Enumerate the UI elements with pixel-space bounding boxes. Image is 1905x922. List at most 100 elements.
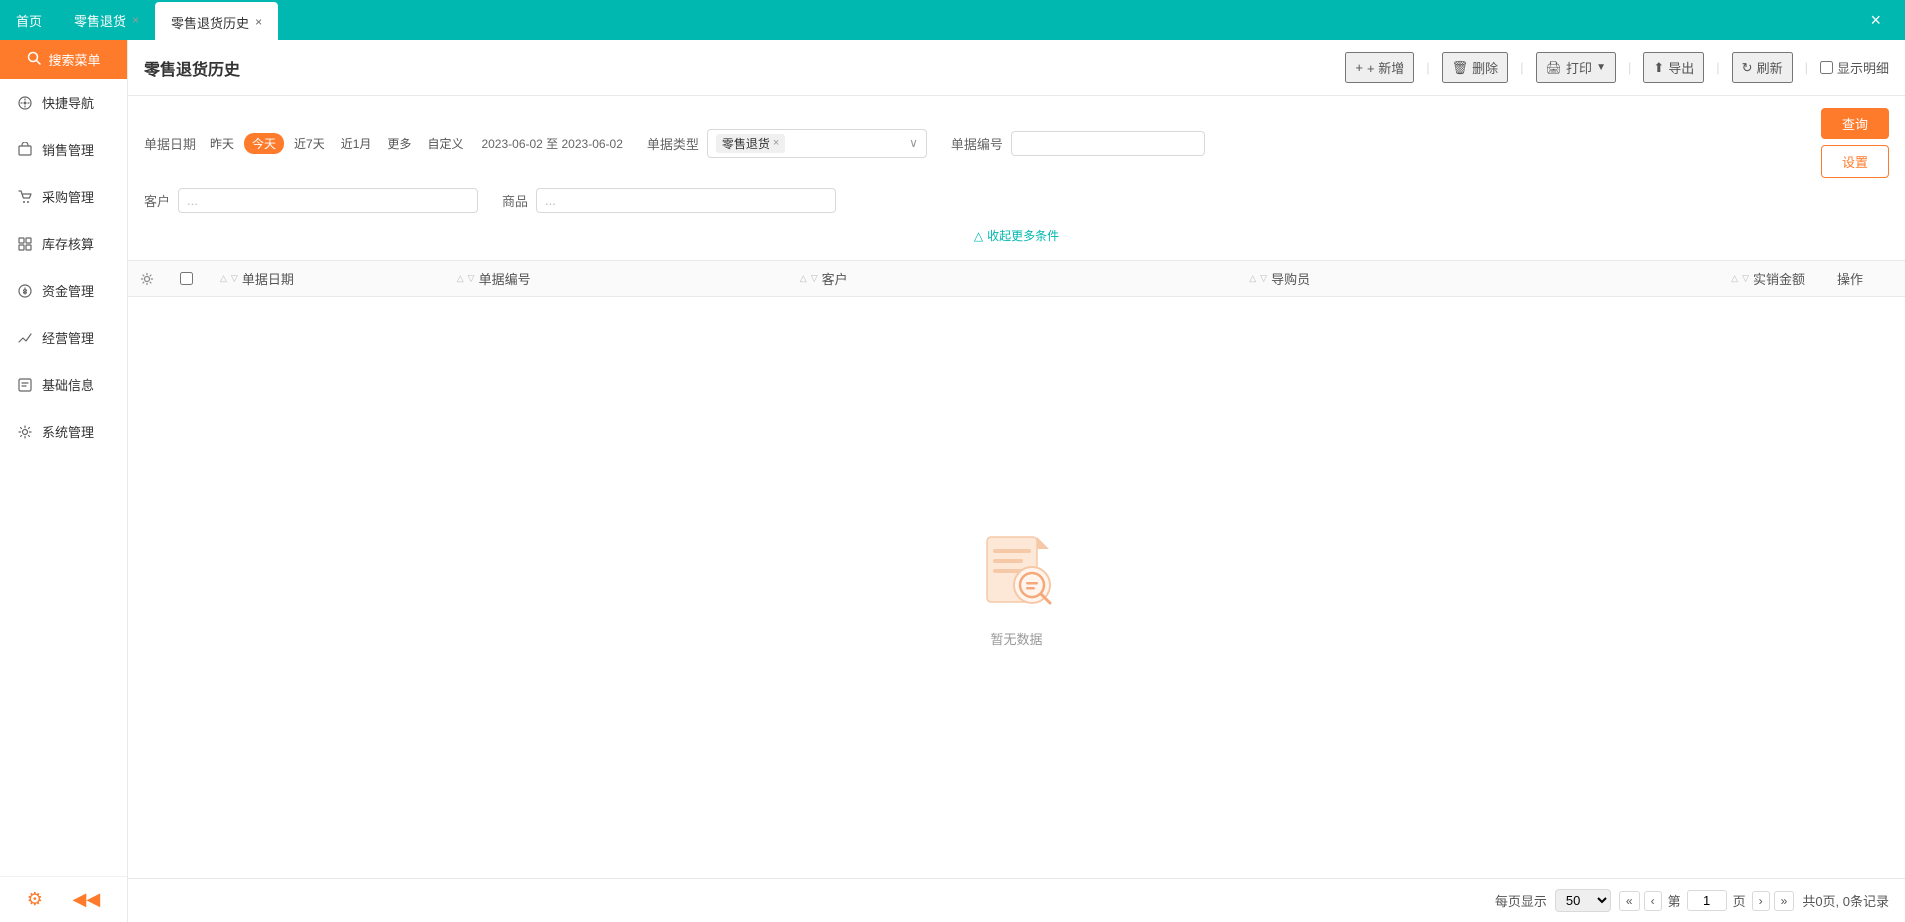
th-guide[interactable]: △ ▽ 导购员: [1237, 269, 1580, 288]
export-label: 导出: [1668, 58, 1694, 77]
top-bar: 首页零售退货×零售退货历史× ×: [0, 0, 1905, 40]
sidebar-item-label-operations: 经营管理: [42, 328, 94, 347]
goods-label: 商品: [502, 191, 528, 210]
query-button[interactable]: 查询: [1821, 108, 1889, 139]
customer-select[interactable]: ...: [178, 188, 478, 213]
th-doc-num[interactable]: △ ▽ 单据编号: [445, 269, 788, 288]
th-doc-num-label: 单据编号: [479, 269, 531, 288]
th-action: 操作: [1825, 269, 1905, 288]
delete-icon: 🗑: [1452, 60, 1469, 76]
new-label: + 新增: [1367, 58, 1404, 77]
last-page-button[interactable]: »: [1774, 891, 1795, 911]
th-guide-label: 导购员: [1271, 269, 1310, 288]
doc-num-input[interactable]: [1011, 131, 1205, 156]
show-detail-label[interactable]: 显示明细: [1820, 58, 1889, 77]
refresh-button[interactable]: ↻ 刷新: [1732, 52, 1793, 83]
th-settings[interactable]: [128, 272, 168, 286]
tab-close-retail-return-history[interactable]: ×: [255, 15, 262, 29]
print-icon: 🖨: [1546, 60, 1563, 76]
table-header: △ ▽ 单据日期 △ ▽ 单据编号 △ ▽ 客户 △ ▽ 导购员: [128, 261, 1905, 297]
settings-bottom-icon[interactable]: ⚙: [27, 889, 43, 910]
th-actual-amount-label: 实销金额: [1753, 269, 1805, 288]
th-checkbox[interactable]: [168, 272, 208, 285]
search-icon: [26, 50, 42, 69]
new-button[interactable]: + + 新增: [1345, 52, 1414, 83]
sidebar-item-basic-info[interactable]: 基础信息: [0, 361, 127, 408]
collapse-button[interactable]: △ 收起更多条件: [962, 223, 1071, 248]
th-doc-date[interactable]: △ ▽ 单据日期: [208, 269, 445, 288]
th-customer[interactable]: △ ▽ 客户: [788, 269, 1237, 288]
prev-page-button[interactable]: ‹: [1644, 891, 1662, 911]
table-area: △ ▽ 单据日期 △ ▽ 单据编号 △ ▽ 客户 △ ▽ 导购员: [128, 261, 1905, 922]
filter-doc-num: 单据编号: [951, 131, 1205, 156]
date-custom[interactable]: 自定义: [421, 133, 469, 154]
topbar-right: ×: [1862, 6, 1905, 35]
settings-button[interactable]: 设置: [1821, 145, 1889, 178]
date-today[interactable]: 今天: [244, 133, 284, 154]
tab-retail-return-history[interactable]: 零售退货历史×: [155, 2, 278, 42]
sidebar-item-sales-mgmt[interactable]: 销售管理: [0, 126, 127, 173]
sidebar-item-quick-nav[interactable]: 快捷导航: [0, 79, 127, 126]
sidebar-item-finance[interactable]: 资金管理: [0, 267, 127, 314]
customer-placeholder: ...: [187, 193, 198, 208]
window-close-button[interactable]: ×: [1862, 6, 1889, 35]
filter-dates: 昨天 今天 近7天 近1月 更多 自定义: [204, 133, 469, 154]
sidebar-item-purchase-mgmt[interactable]: 采购管理: [0, 173, 127, 220]
sound-icon[interactable]: ◀◀: [73, 889, 101, 910]
date-7days[interactable]: 近7天: [288, 133, 331, 154]
filter-action-buttons: 查询 设置: [1805, 108, 1889, 178]
main-layout: 搜索菜单 快捷导航 销售管理: [0, 40, 1905, 922]
purchase-icon: [16, 188, 34, 206]
collapse-label: 收起更多条件: [987, 227, 1059, 244]
page-total: 共0页, 0条记录: [1802, 891, 1889, 910]
date-1month[interactable]: 近1月: [335, 133, 378, 154]
type-tag: 零售退货 ×: [716, 134, 785, 153]
delete-label: 删除: [1472, 58, 1498, 77]
filter-goods: 商品 ...: [502, 188, 836, 213]
empty-text: 暂无数据: [990, 629, 1042, 648]
filter-doc-type: 单据类型 零售退货 × ∨: [647, 129, 927, 158]
tab-close-retail-return[interactable]: ×: [132, 13, 139, 27]
sidebar-item-system-mgmt[interactable]: 系统管理: [0, 408, 127, 455]
finance-icon: [16, 282, 34, 300]
sidebar-item-label-basic: 基础信息: [42, 375, 94, 394]
tab-home[interactable]: 首页: [0, 0, 58, 40]
delete-button[interactable]: 🗑 删除: [1442, 52, 1509, 83]
goods-select[interactable]: ...: [536, 188, 836, 213]
show-detail-checkbox[interactable]: [1820, 61, 1833, 74]
new-icon: +: [1355, 60, 1363, 75]
filter-date: 单据日期 昨天 今天 近7天 近1月 更多 自定义 2023-06-02 至 2…: [144, 133, 623, 154]
sidebar-item-inventory[interactable]: 库存核算: [0, 220, 127, 267]
type-tag-text: 零售退货: [722, 135, 770, 152]
print-arrow: ▼: [1596, 62, 1606, 73]
sidebar-search[interactable]: 搜索菜单: [0, 40, 127, 79]
content-area: 零售退货历史 + + 新增 | 🗑 删除 | 🖨 打印 ▼ |: [128, 40, 1905, 922]
th-actual-amount[interactable]: △ ▽ 实销金额: [1580, 269, 1825, 288]
sort-up-icon4: △: [1249, 273, 1256, 284]
customer-label: 客户: [144, 191, 170, 210]
filter-customer: 客户 ...: [144, 188, 478, 213]
date-more[interactable]: 更多: [381, 133, 417, 154]
page-size-label: 每页显示: [1495, 891, 1547, 910]
page-label: 页: [1733, 891, 1746, 910]
tab-retail-return[interactable]: 零售退货×: [58, 0, 155, 40]
type-select[interactable]: 零售退货 × ∨: [707, 129, 927, 158]
type-tag-close[interactable]: ×: [773, 137, 779, 149]
first-page-button[interactable]: «: [1619, 891, 1640, 911]
empty-illustration: [967, 527, 1067, 617]
date-yesterday[interactable]: 昨天: [204, 133, 240, 154]
next-page-button[interactable]: ›: [1752, 891, 1770, 911]
th-customer-label: 客户: [822, 269, 848, 288]
sidebar-item-operations[interactable]: 经营管理: [0, 314, 127, 361]
select-all-checkbox[interactable]: [180, 272, 193, 285]
refresh-icon: ↻: [1742, 60, 1753, 76]
print-button[interactable]: 🖨 打印 ▼: [1536, 52, 1616, 83]
date-label: 单据日期: [144, 134, 196, 153]
page-number-input[interactable]: [1687, 890, 1727, 911]
empty-state: 暂无数据: [967, 527, 1067, 648]
page-size-select[interactable]: 50 10 20 100: [1555, 889, 1611, 912]
filter-area: 单据日期 昨天 今天 近7天 近1月 更多 自定义 2023-06-02 至 2…: [128, 96, 1905, 261]
sort-up-icon5: △: [1731, 273, 1738, 284]
export-button[interactable]: ⬆ 导出: [1643, 52, 1704, 83]
export-icon: ⬆: [1653, 60, 1664, 76]
